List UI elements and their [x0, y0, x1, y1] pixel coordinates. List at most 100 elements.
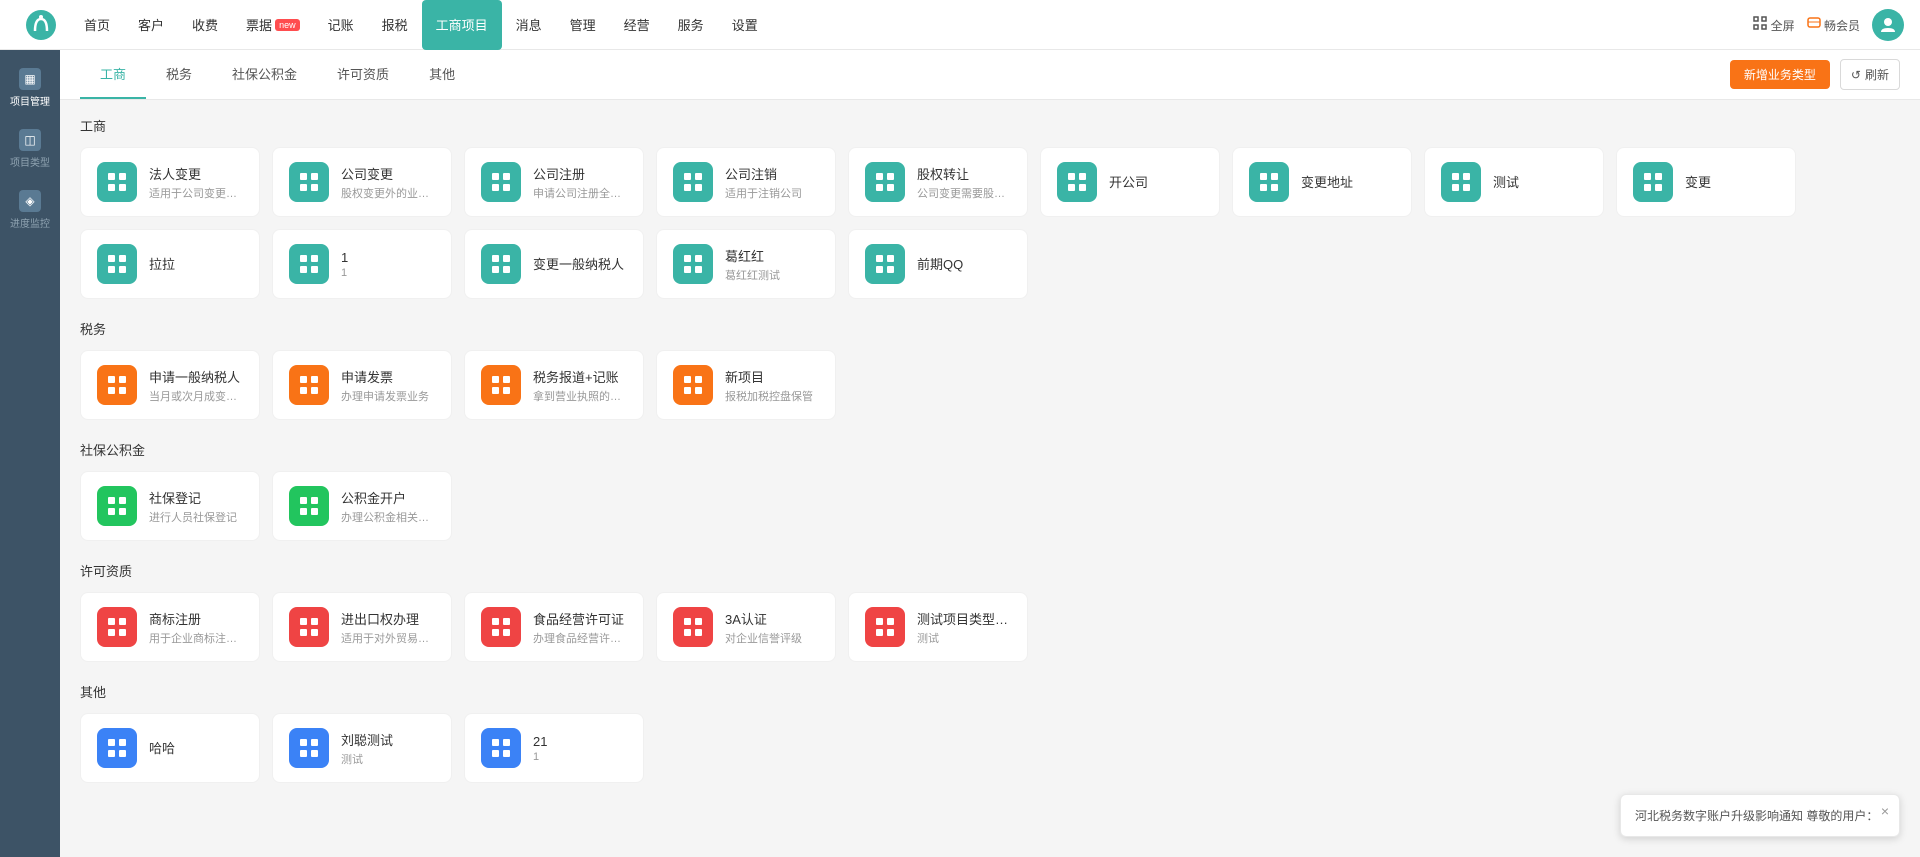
nav-item-报税[interactable]: 报税: [368, 0, 422, 50]
topnav-items: 首页客户收费票据new记账报税工商项目消息管理经营服务设置: [70, 0, 1753, 50]
card-icon: [289, 607, 329, 647]
nav-item-经营[interactable]: 经营: [610, 0, 664, 50]
card-text: 新项目报税加税控盘保管: [725, 367, 819, 404]
card-grid-许可资质: 商标注册用于企业商标注册服务 进出口权办理适用于对外贸易经营者 食品经营许可证办…: [80, 592, 1900, 662]
service-card[interactable]: 11: [272, 229, 452, 299]
card-svg-icon: [106, 737, 128, 759]
card-text: 申请一般纳税人当月或次月成变更完成: [149, 367, 243, 404]
subtab-许可资质[interactable]: 许可资质: [317, 50, 409, 99]
card-desc: 用于企业商标注册服务: [149, 630, 243, 646]
member-btn[interactable]: 畅会员: [1807, 16, 1860, 34]
member-icon: [1807, 16, 1821, 30]
notification-close[interactable]: ×: [1881, 803, 1889, 819]
service-card[interactable]: 税务报道+记账拿到营业执照的新公司: [464, 350, 644, 420]
card-name: 进出口权办理: [341, 609, 435, 628]
card-icon: [673, 162, 713, 202]
service-card[interactable]: 哈哈: [80, 713, 260, 783]
nav-item-记账[interactable]: 记账: [314, 0, 368, 50]
sidebar-icon: ◫: [19, 129, 41, 151]
service-card[interactable]: 进出口权办理适用于对外贸易经营者: [272, 592, 452, 662]
card-name: 公司注销: [725, 164, 819, 183]
service-card[interactable]: 公积金开户办理公积金相关业务: [272, 471, 452, 541]
service-card[interactable]: 申请发票办理申请发票业务: [272, 350, 452, 420]
card-svg-icon: [298, 495, 320, 517]
card-name: 葛红红: [725, 246, 819, 265]
service-card[interactable]: 211: [464, 713, 644, 783]
sidebar-item-进度监控[interactable]: ◈进度监控: [0, 182, 60, 238]
card-desc: 适用于对外贸易经营者: [341, 630, 435, 646]
fullscreen-btn[interactable]: 全屏: [1753, 16, 1794, 34]
service-card[interactable]: 开公司: [1040, 147, 1220, 217]
card-icon: [1057, 162, 1097, 202]
notification-text: 河北税务数字账户升级影响通知 尊敬的用户：: [1635, 809, 1878, 823]
service-card[interactable]: 商标注册用于企业商标注册服务: [80, 592, 260, 662]
content-area: ▦项目管理◫项目类型◈进度监控 工商税务社保公积金许可资质其他 新增业务类型 ↺…: [0, 50, 1920, 857]
service-card[interactable]: 变更一般纳税人: [464, 229, 644, 299]
card-text: 公司变更股权变更外的业务变更: [341, 164, 435, 201]
subtab-税务[interactable]: 税务: [146, 50, 212, 99]
service-card[interactable]: 公司注销适用于注销公司: [656, 147, 836, 217]
service-card[interactable]: 股权转让公司变更需要股权转让: [848, 147, 1028, 217]
service-card[interactable]: 变更: [1616, 147, 1796, 217]
sidebar-label: 项目管理: [10, 93, 50, 108]
nav-item-设置[interactable]: 设置: [718, 0, 772, 50]
card-icon: [673, 244, 713, 284]
card-svg-icon: [106, 495, 128, 517]
service-card[interactable]: 测试项目类型目定义测试: [848, 592, 1028, 662]
card-desc: 当月或次月成变更完成: [149, 388, 243, 404]
service-card[interactable]: 前期QQ: [848, 229, 1028, 299]
card-icon: [1441, 162, 1481, 202]
card-grid-社保公积金: 社保登记进行人员社保登记 公积金开户办理公积金相关业务: [80, 471, 1900, 541]
service-card[interactable]: 法人变更适用于公司变更法人: [80, 147, 260, 217]
subtab-社保公积金[interactable]: 社保公积金: [212, 50, 317, 99]
nav-item-票据[interactable]: 票据new: [232, 0, 314, 50]
new-type-button[interactable]: 新增业务类型: [1730, 60, 1830, 89]
nav-item-工商项目[interactable]: 工商项目: [422, 0, 502, 50]
nav-item-客户[interactable]: 客户: [124, 0, 178, 50]
card-text: 211: [533, 734, 627, 763]
card-svg-icon: [874, 616, 896, 638]
card-icon: [289, 728, 329, 768]
card-text: 11: [341, 250, 435, 279]
nav-item-首页[interactable]: 首页: [70, 0, 124, 50]
subtab-其他[interactable]: 其他: [409, 50, 475, 99]
nav-item-服务[interactable]: 服务: [664, 0, 718, 50]
card-icon: [289, 365, 329, 405]
service-card[interactable]: 公司变更股权变更外的业务变更: [272, 147, 452, 217]
service-card[interactable]: 食品经营许可证办理食品经营许可证: [464, 592, 644, 662]
service-card[interactable]: 葛红红葛红红测试: [656, 229, 836, 299]
service-card[interactable]: 刘聪测试测试: [272, 713, 452, 783]
card-name: 法人变更: [149, 164, 243, 183]
user-avatar[interactable]: [1872, 9, 1904, 41]
service-card[interactable]: 3A认证对企业信誉评级: [656, 592, 836, 662]
subtab-工商[interactable]: 工商: [80, 50, 146, 99]
nav-item-收费[interactable]: 收费: [178, 0, 232, 50]
nav-item-消息[interactable]: 消息: [502, 0, 556, 50]
card-icon: [289, 244, 329, 284]
service-card[interactable]: 申请一般纳税人当月或次月成变更完成: [80, 350, 260, 420]
refresh-button[interactable]: ↺ 刷新: [1840, 59, 1900, 90]
sidebar-item-项目管理[interactable]: ▦项目管理: [0, 60, 60, 116]
service-card[interactable]: 拉拉: [80, 229, 260, 299]
card-text: 测试项目类型目定义测试: [917, 609, 1011, 646]
sidebar-item-项目类型[interactable]: ◫项目类型: [0, 121, 60, 177]
card-svg-icon: [298, 374, 320, 396]
service-card[interactable]: 新项目报税加税控盘保管: [656, 350, 836, 420]
card-name: 1: [341, 250, 435, 265]
nav-item-管理[interactable]: 管理: [556, 0, 610, 50]
card-text: 社保登记进行人员社保登记: [149, 488, 243, 525]
card-svg-icon: [682, 171, 704, 193]
card-svg-icon: [1258, 171, 1280, 193]
card-name: 公司注册: [533, 164, 627, 183]
card-name: 公积金开户: [341, 488, 435, 507]
fullscreen-icon: [1753, 16, 1767, 30]
service-card[interactable]: 社保登记进行人员社保登记: [80, 471, 260, 541]
card-svg-icon: [1450, 171, 1472, 193]
card-desc: 公司变更需要股权转让: [917, 185, 1011, 201]
card-name: 新项目: [725, 367, 819, 386]
service-card[interactable]: 变更地址: [1232, 147, 1412, 217]
service-card[interactable]: 测试: [1424, 147, 1604, 217]
service-card[interactable]: 公司注册申请公司注册全流程: [464, 147, 644, 217]
card-svg-icon: [106, 171, 128, 193]
card-text: 公司注册申请公司注册全流程: [533, 164, 627, 201]
